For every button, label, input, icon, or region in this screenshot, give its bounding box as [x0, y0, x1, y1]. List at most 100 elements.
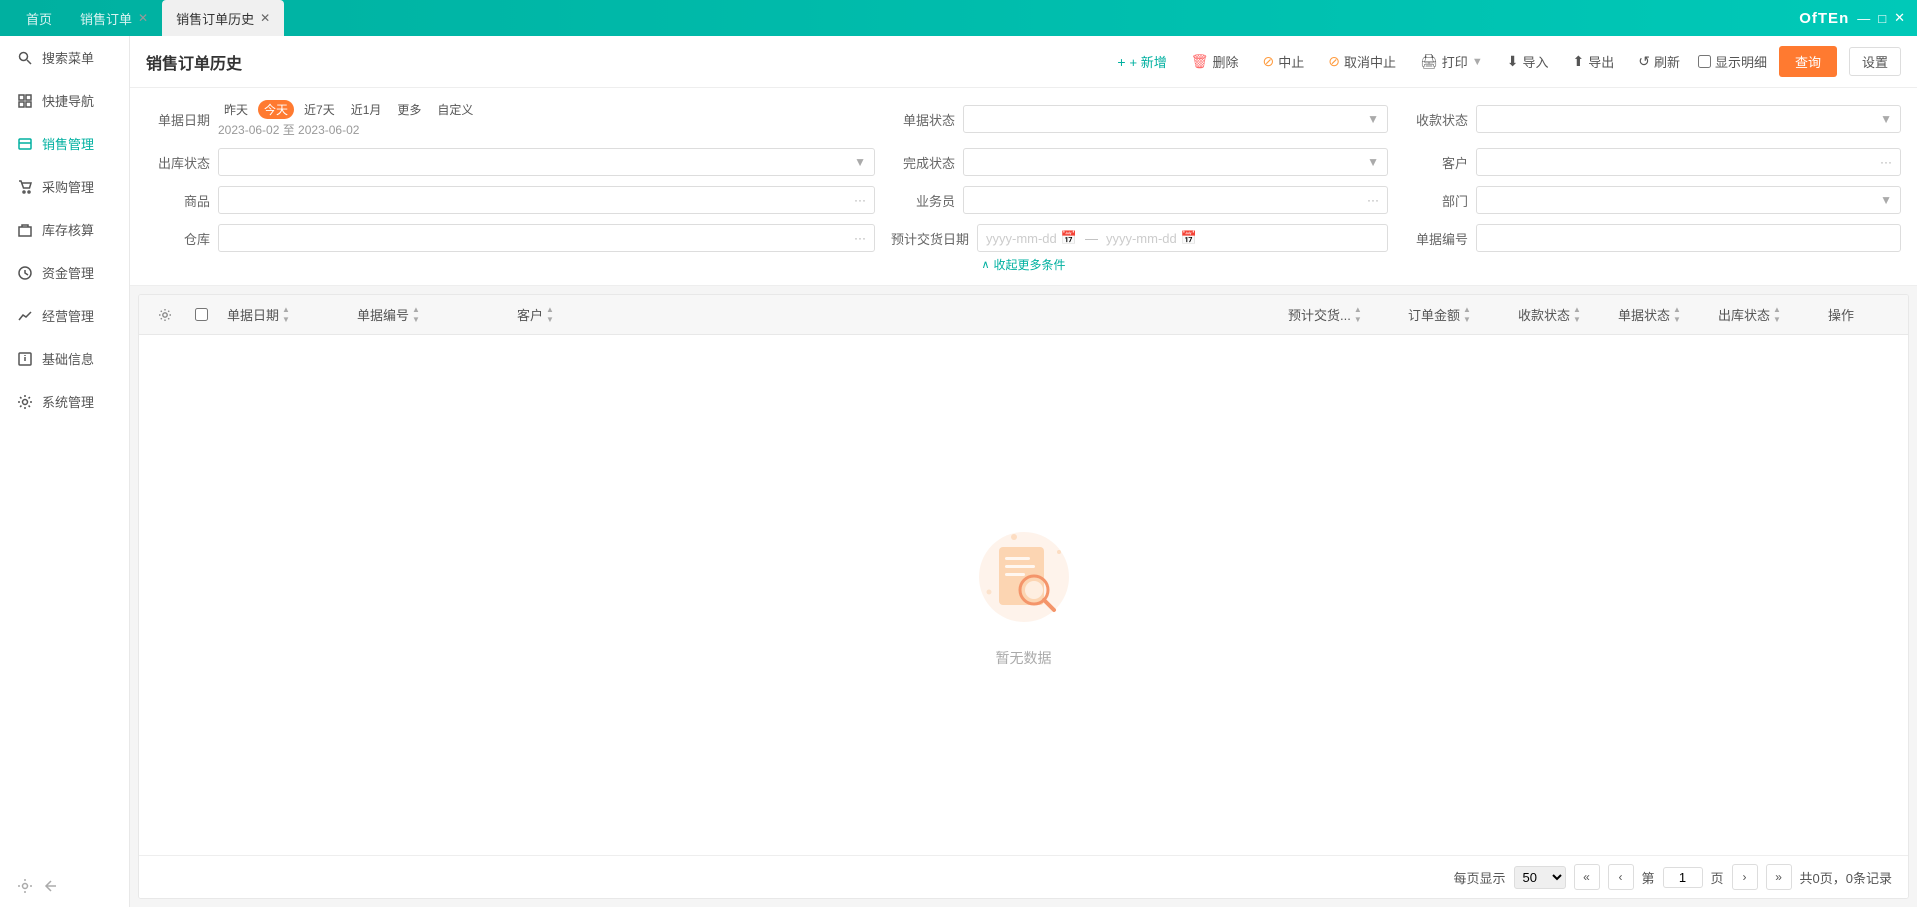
- export-label: 导出: [1588, 52, 1614, 71]
- date-more[interactable]: 更多: [391, 100, 427, 119]
- select-all-checkbox[interactable]: [195, 308, 208, 321]
- customer-input[interactable]: ···: [1476, 148, 1901, 176]
- th-outbound[interactable]: 出库状态 ▲▼: [1710, 305, 1820, 324]
- date-custom[interactable]: 自定义: [431, 100, 479, 119]
- sidebar-item-inventory[interactable]: 库存核算: [0, 208, 129, 251]
- table-body: 暂无数据: [139, 335, 1908, 855]
- tab-sales-order[interactable]: 销售订单 ✕: [66, 0, 162, 36]
- th-customer[interactable]: 客户 ▲▼: [509, 305, 1280, 324]
- filter-salesman: 业务员 ···: [891, 186, 1388, 214]
- export-button[interactable]: ⬆ 导出: [1566, 48, 1620, 75]
- th-payment[interactable]: 收款状态 ▲▼: [1510, 305, 1610, 324]
- tab-sales-history[interactable]: 销售订单历史 ✕: [162, 0, 284, 36]
- docno-label: 单据编号: [1404, 229, 1476, 248]
- warehouse-dots: ···: [854, 231, 866, 245]
- outbound-arrow: ▼: [854, 155, 866, 169]
- tab-sales-history-close[interactable]: ✕: [260, 11, 270, 25]
- tab-home[interactable]: 首页: [12, 0, 66, 36]
- sidebar-item-operation[interactable]: 经营管理: [0, 294, 129, 337]
- date-range-text: 2023-06-02 至 2023-06-02: [218, 121, 359, 138]
- tab-sales-order-label: 销售订单: [80, 9, 132, 28]
- stop-icon: ⊘: [1263, 53, 1275, 70]
- last-page-button[interactable]: »: [1766, 864, 1792, 890]
- page-header: 销售订单历史 + + 新增 🗑 删除 ⊘ 中止 ⊘ 取消中止: [130, 36, 1917, 88]
- print-arrow: ▼: [1472, 56, 1483, 68]
- first-page-icon: «: [1583, 870, 1590, 884]
- refresh-button[interactable]: ↺ 刷新: [1632, 48, 1686, 75]
- gear-col[interactable]: [147, 307, 183, 323]
- sidebar-item-purchase[interactable]: 采购管理: [0, 165, 129, 208]
- salesman-input[interactable]: ···: [963, 186, 1388, 214]
- close-btn[interactable]: ✕: [1894, 10, 1905, 26]
- filter-row-2: 出库状态 ▼ 完成状态 ▼ 客户: [146, 148, 1901, 176]
- date-1month[interactable]: 近1月: [345, 100, 388, 119]
- th-status[interactable]: 单据状态 ▲▼: [1610, 305, 1710, 324]
- prev-page-button[interactable]: ‹: [1608, 864, 1634, 890]
- delivery-to-text: yyyy-mm-dd: [1106, 231, 1177, 246]
- filter-payment: 收款状态 ▼: [1404, 105, 1901, 133]
- date-7days[interactable]: 近7天: [298, 100, 341, 119]
- goods-input[interactable]: ···: [218, 186, 875, 214]
- department-dropdown[interactable]: ▼: [1476, 186, 1901, 214]
- minimize-btn[interactable]: —: [1857, 11, 1870, 26]
- stop-button[interactable]: ⊘ 中止: [1257, 48, 1311, 75]
- delete-icon: 🗑: [1191, 53, 1209, 70]
- sidebar-item-finance[interactable]: 资金管理: [0, 251, 129, 294]
- sidebar-item-info[interactable]: 基础信息: [0, 337, 129, 380]
- docno-input[interactable]: [1476, 224, 1901, 252]
- sidebar-item-sales[interactable]: 销售管理: [0, 122, 129, 165]
- sidebar-item-nav[interactable]: 快捷导航: [0, 79, 129, 122]
- status-dropdown[interactable]: ▼: [963, 105, 1388, 133]
- page-number-input[interactable]: [1663, 867, 1703, 888]
- th-action-label: 操作: [1828, 305, 1854, 324]
- per-page-select[interactable]: 10 20 50 100: [1514, 866, 1566, 889]
- stop-label: 中止: [1278, 52, 1304, 71]
- top-bar: 首页 销售订单 ✕ 销售订单历史 ✕ OfTEn — □ ✕: [0, 0, 1917, 36]
- complete-dropdown[interactable]: ▼: [963, 148, 1388, 176]
- import-button[interactable]: ⬇ 导入: [1501, 48, 1555, 75]
- status-label: 单据状态: [891, 110, 963, 129]
- delivery-date-from[interactable]: yyyy-mm-dd 📅 — yyyy-mm-dd 📅: [977, 224, 1388, 252]
- nav-icon: [16, 92, 34, 110]
- print-button[interactable]: 🖨 打印 ▼: [1414, 48, 1489, 75]
- sidebar-item-system[interactable]: 系统管理: [0, 380, 129, 423]
- cancel-stop-button[interactable]: ⊘ 取消中止: [1322, 48, 1402, 75]
- th-no[interactable]: 单据编号 ▲▼: [349, 305, 509, 324]
- payment-dropdown[interactable]: ▼: [1476, 105, 1901, 133]
- sidebar-nav-label: 快捷导航: [42, 91, 94, 110]
- warehouse-input[interactable]: ···: [218, 224, 875, 252]
- inventory-icon: [16, 221, 34, 239]
- delivery-label: 预计交货日期: [891, 229, 977, 248]
- show-detail-input[interactable]: [1698, 55, 1711, 68]
- th-amount[interactable]: 订单金额 ▲▼: [1400, 305, 1510, 324]
- maximize-btn[interactable]: □: [1878, 11, 1886, 26]
- next-page-button[interactable]: ›: [1732, 864, 1758, 890]
- collapse-sidebar-icon[interactable]: [42, 877, 60, 895]
- date-yesterday[interactable]: 昨天: [218, 100, 254, 119]
- sidebar-item-search[interactable]: 搜索菜单: [0, 36, 129, 79]
- sort-delivery-icon: ▲▼: [1354, 305, 1362, 324]
- filter-row-4: 仓库 ··· 预计交货日期 yyyy-mm-dd 📅 — yyyy-mm-dd …: [146, 224, 1901, 252]
- customer-label: 客户: [1404, 153, 1476, 172]
- date-today[interactable]: 今天: [258, 100, 294, 119]
- settings-bottom-icon[interactable]: [16, 877, 34, 895]
- show-detail-checkbox[interactable]: 显示明细: [1698, 52, 1767, 71]
- next-page-icon: ›: [1743, 870, 1747, 884]
- sort-date-icon: ▲▼: [282, 305, 290, 324]
- th-delivery[interactable]: 预计交货... ▲▼: [1280, 305, 1400, 324]
- setting-button[interactable]: 设置: [1849, 47, 1901, 76]
- collapse-bar[interactable]: ∧ 收起更多条件: [146, 256, 1901, 273]
- page-title: 销售订单历史: [146, 50, 242, 74]
- first-page-button[interactable]: «: [1574, 864, 1600, 890]
- tab-sales-order-close[interactable]: ✕: [138, 11, 148, 25]
- th-date[interactable]: 单据日期 ▲▼: [219, 305, 349, 324]
- query-button[interactable]: 查询: [1779, 46, 1837, 77]
- outbound-dropdown[interactable]: ▼: [218, 148, 875, 176]
- salesman-label: 业务员: [891, 191, 963, 210]
- add-button[interactable]: + + 新增: [1111, 48, 1172, 75]
- tab-home-label: 首页: [26, 9, 52, 28]
- check-col[interactable]: [183, 308, 219, 321]
- tab-sales-history-label: 销售订单历史: [176, 9, 254, 28]
- empty-illustration: [969, 522, 1079, 632]
- delete-button[interactable]: 🗑 删除: [1185, 48, 1245, 75]
